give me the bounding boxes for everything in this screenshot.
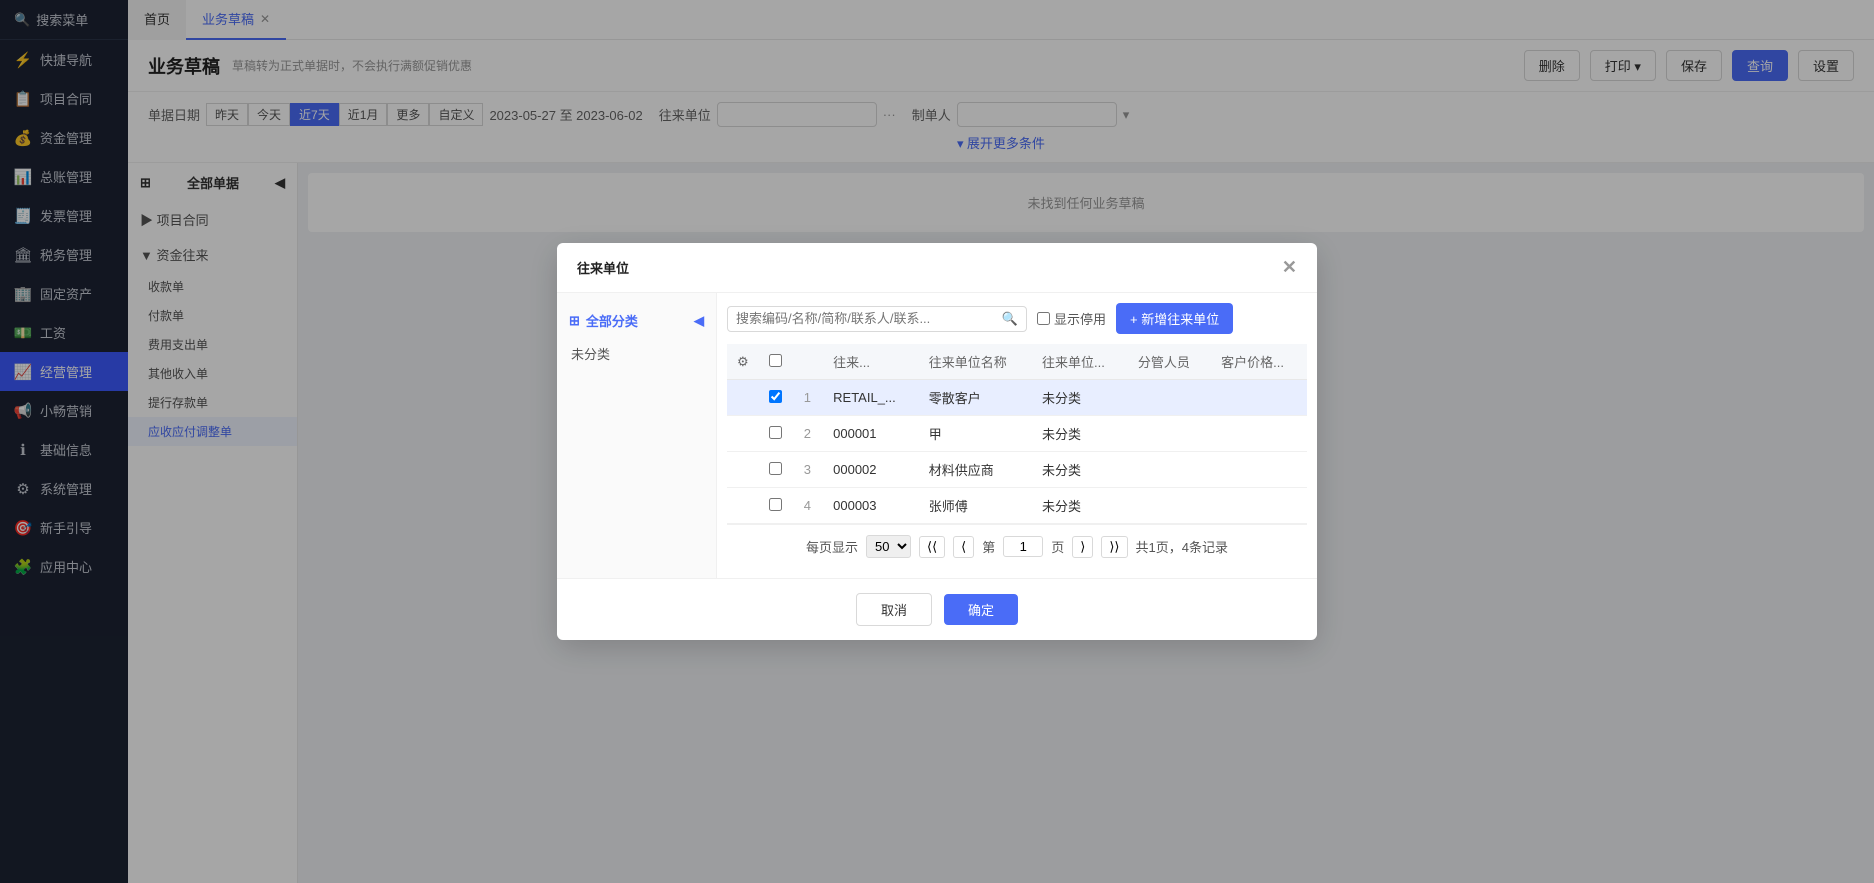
row-category: 未分类 — [1032, 488, 1128, 524]
page-text2: 页 — [1051, 537, 1064, 556]
row-name: 甲 — [919, 416, 1032, 452]
row-price-level — [1211, 488, 1307, 524]
row-manager — [1128, 380, 1211, 416]
row-category: 未分类 — [1032, 416, 1128, 452]
check-all-checkbox[interactable] — [769, 354, 782, 367]
confirm-button[interactable]: 确定 — [944, 594, 1018, 625]
tree-all-categories[interactable]: ⊞ 全部分类 ◀ — [557, 303, 716, 338]
page-number-input[interactable] — [1003, 536, 1043, 557]
table-row[interactable]: 4 000003 张师傅 未分类 — [727, 488, 1307, 524]
col-num — [792, 344, 823, 380]
row-settings[interactable] — [727, 452, 759, 488]
row-check[interactable] — [759, 488, 792, 524]
next-page-button[interactable]: ⟩ — [1072, 536, 1093, 558]
row-settings[interactable] — [727, 416, 759, 452]
dialog-pagination: 每页显示 50 ⟨⟨ ⟨ 第 页 ⟩ ⟩⟩ 共1页，4条记录 — [727, 524, 1307, 568]
row-check[interactable] — [759, 380, 792, 416]
row-price-level — [1211, 452, 1307, 488]
dialog-right: 🔍 显示停用 + 新增往来单位 ⚙ — [717, 293, 1317, 578]
tree-collapse-icon[interactable]: ◀ — [694, 313, 704, 329]
col-price-level[interactable]: 客户价格... — [1211, 344, 1307, 380]
col-check-all[interactable] — [759, 344, 792, 380]
row-check[interactable] — [759, 416, 792, 452]
table-row[interactable]: 1 RETAIL_... 零散客户 未分类 — [727, 380, 1307, 416]
first-page-button[interactable]: ⟨⟨ — [919, 536, 945, 558]
inactive-checkbox[interactable] — [1037, 312, 1050, 325]
show-inactive-toggle[interactable]: 显示停用 — [1037, 309, 1106, 328]
row-code: 000003 — [823, 488, 919, 524]
row-settings[interactable] — [727, 380, 759, 416]
tree-all-icon: ⊞ — [569, 313, 580, 329]
col-name[interactable]: 往来单位名称 — [919, 344, 1032, 380]
page-text: 第 — [982, 537, 995, 556]
prev-page-button[interactable]: ⟨ — [953, 536, 974, 558]
row-code: RETAIL_... — [823, 380, 919, 416]
search-input[interactable] — [736, 311, 996, 326]
row-name: 零散客户 — [919, 380, 1032, 416]
table-row[interactable]: 2 000001 甲 未分类 — [727, 416, 1307, 452]
dialog-close-button[interactable]: ✕ — [1282, 257, 1297, 278]
dialog-header: 往来单位 ✕ — [557, 243, 1317, 293]
dialog-tree: ⊞ 全部分类 ◀ 未分类 — [557, 293, 717, 578]
partner-dialog: 往来单位 ✕ ⊞ 全部分类 ◀ 未分类 — [557, 243, 1317, 640]
row-name: 材料供应商 — [919, 452, 1032, 488]
table-row[interactable]: 3 000002 材料供应商 未分类 — [727, 452, 1307, 488]
row-manager — [1128, 452, 1211, 488]
total-info: 共1页，4条记录 — [1136, 537, 1228, 556]
row-code: 000001 — [823, 416, 919, 452]
row-manager — [1128, 488, 1211, 524]
dialog-table-wrapper: ⚙ 往来... 往来单位名称 往来单位... 分管人员 客户价格... — [727, 344, 1307, 524]
col-category[interactable]: 往来单位... — [1032, 344, 1128, 380]
dialog-title: 往来单位 — [577, 258, 629, 277]
search-box: 🔍 — [727, 306, 1027, 332]
row-category: 未分类 — [1032, 380, 1128, 416]
row-price-level — [1211, 380, 1307, 416]
modal-overlay: 往来单位 ✕ ⊞ 全部分类 ◀ 未分类 — [0, 0, 1874, 883]
row-num: 1 — [792, 380, 823, 416]
per-page-select[interactable]: 50 — [866, 535, 911, 558]
row-check[interactable] — [759, 452, 792, 488]
per-page-label: 每页显示 — [806, 537, 858, 556]
row-num: 4 — [792, 488, 823, 524]
row-code: 000002 — [823, 452, 919, 488]
dialog-toolbar: 🔍 显示停用 + 新增往来单位 — [727, 303, 1307, 334]
dialog-footer: 取消 确定 — [557, 578, 1317, 640]
row-name: 张师傅 — [919, 488, 1032, 524]
col-settings[interactable]: ⚙ — [727, 344, 759, 380]
search-icon: 🔍 — [1002, 311, 1018, 327]
cancel-button[interactable]: 取消 — [856, 593, 932, 626]
dialog-body: ⊞ 全部分类 ◀ 未分类 🔍 显示停用 — [557, 293, 1317, 578]
tree-item-uncategorized[interactable]: 未分类 — [557, 338, 716, 369]
row-settings[interactable] — [727, 488, 759, 524]
col-code[interactable]: 往来... — [823, 344, 919, 380]
add-partner-button[interactable]: + 新增往来单位 — [1116, 303, 1233, 334]
row-manager — [1128, 416, 1211, 452]
dialog-table: ⚙ 往来... 往来单位名称 往来单位... 分管人员 客户价格... — [727, 344, 1307, 524]
row-num: 2 — [792, 416, 823, 452]
row-price-level — [1211, 416, 1307, 452]
last-page-button[interactable]: ⟩⟩ — [1101, 536, 1127, 558]
col-manager[interactable]: 分管人员 — [1128, 344, 1211, 380]
row-num: 3 — [792, 452, 823, 488]
row-category: 未分类 — [1032, 452, 1128, 488]
